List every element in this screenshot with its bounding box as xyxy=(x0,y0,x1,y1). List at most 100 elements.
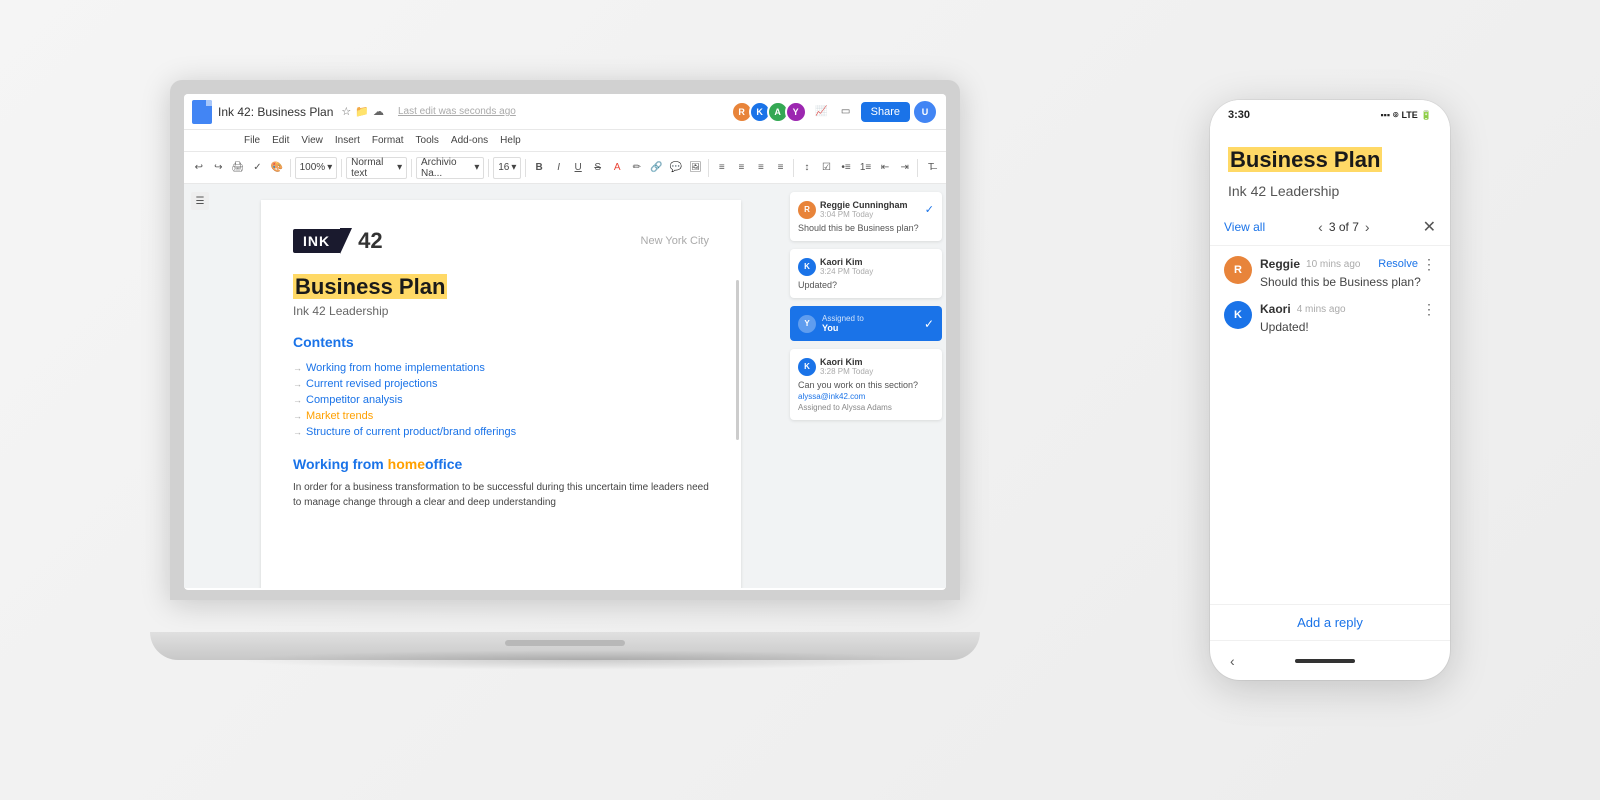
phone-comment-nav: View all ‹ 3 of 7 › ✕ xyxy=(1210,209,1450,246)
assigned-name: You xyxy=(822,323,864,333)
image-button[interactable]: 🖼 xyxy=(687,157,705,179)
docs-title-actions: ☆ 📁 ☁ xyxy=(341,105,384,118)
docs-page: INK 42 New York City Business Plan Ink xyxy=(261,200,741,588)
phone-comment-1-time: 10 mins ago xyxy=(1306,259,1360,270)
toolbar-separator-6 xyxy=(708,159,709,177)
zoom-chevron: ▾ xyxy=(327,162,332,173)
cloud-icon[interactable]: ☁ xyxy=(373,105,384,118)
toc-item-2[interactable]: →Current revised projections xyxy=(293,376,709,392)
docs-page-area: INK 42 New York City Business Plan Ink xyxy=(216,184,786,588)
decrease-indent-button[interactable]: ⇤ xyxy=(876,157,894,179)
toc-item-5[interactable]: →Structure of current product/brand offe… xyxy=(293,424,709,440)
lte-icon: LTE xyxy=(1401,110,1417,120)
align-right-button[interactable]: ≡ xyxy=(752,157,770,179)
line-spacing-button[interactable]: ↕ xyxy=(798,157,816,179)
style-value: Normal text xyxy=(351,157,395,179)
toolbar-separator-3 xyxy=(411,159,412,177)
star-icon[interactable]: ☆ xyxy=(341,105,351,118)
print-button[interactable]: 🖨 xyxy=(229,157,247,179)
menu-help[interactable]: Help xyxy=(500,135,521,146)
clear-formatting-button[interactable]: T̶ xyxy=(922,157,940,179)
section2-heading: Working from homeoffice xyxy=(293,456,709,472)
font-dropdown[interactable]: Archivio Na...▾ xyxy=(416,157,484,179)
spellcheck-button[interactable]: ✓ xyxy=(249,157,267,179)
docs-comments-panel: R Reggie Cunningham 3:04 PM Today ✓ Shou… xyxy=(786,184,946,588)
folder-icon[interactable]: 📁 xyxy=(355,105,369,118)
phone-back-button[interactable]: ‹ xyxy=(1230,653,1235,669)
justify-button[interactable]: ≡ xyxy=(772,157,790,179)
text-color-button[interactable]: A xyxy=(608,157,626,179)
phone-home-indicator[interactable] xyxy=(1295,659,1355,663)
menu-file[interactable]: File xyxy=(244,135,260,146)
comment-1-text: Should this be Business plan? xyxy=(798,223,934,233)
paint-format-button[interactable]: 🎨 xyxy=(268,157,286,179)
chart-icon[interactable]: 📈 xyxy=(813,103,831,121)
highlight-button[interactable]: ✏ xyxy=(628,157,646,179)
share-button[interactable]: Share xyxy=(861,102,910,122)
comment-card-1: R Reggie Cunningham 3:04 PM Today ✓ Shou… xyxy=(790,192,942,241)
italic-button[interactable]: I xyxy=(550,157,568,179)
undo-button[interactable]: ↩ xyxy=(190,157,208,179)
home-highlight: home xyxy=(388,456,425,472)
more-button-2[interactable]: ⋮ xyxy=(1422,301,1436,318)
doc-title: Business Plan xyxy=(293,274,447,299)
align-left-button[interactable]: ≡ xyxy=(713,157,731,179)
user-avatar[interactable]: U xyxy=(912,99,938,125)
phone-comment-1-actions: Resolve ⋮ xyxy=(1378,256,1436,273)
next-comment-button[interactable]: › xyxy=(1365,219,1370,235)
present-icon[interactable]: ▭ xyxy=(837,103,855,121)
menu-edit[interactable]: Edit xyxy=(272,135,289,146)
comment-1-author: Reggie Cunningham xyxy=(820,200,908,210)
checklist-button[interactable]: ☑ xyxy=(818,157,836,179)
phone-comment-2-actions: ⋮ xyxy=(1422,301,1436,318)
bullet-list-button[interactable]: •≡ xyxy=(837,157,855,179)
comment-2-author: Kaori Kim xyxy=(820,257,873,267)
phone-status-bar: 3:30 ▪▪▪ ⌾ LTE 🔋 xyxy=(1210,100,1450,130)
comment-3-header: K Kaori Kim 3:28 PM Today xyxy=(798,357,934,376)
comment-3-text: Can you work on this section? xyxy=(798,380,934,390)
menu-view[interactable]: View xyxy=(301,135,323,146)
resolve-button-1[interactable]: Resolve xyxy=(1378,258,1418,270)
phone-comment-2-body: Kaori 4 mins ago ⋮ Updated! xyxy=(1260,301,1436,334)
bold-button[interactable]: B xyxy=(530,157,548,179)
menu-format[interactable]: Format xyxy=(372,135,404,146)
assigned-check[interactable]: ✓ xyxy=(924,317,934,331)
toc-item-3[interactable]: →Competitor analysis xyxy=(293,392,709,408)
toc-arrow-3: → xyxy=(293,395,302,405)
underline-button[interactable]: U xyxy=(569,157,587,179)
toc-item-4[interactable]: →Market trends xyxy=(293,408,709,424)
prev-comment-button[interactable]: ‹ xyxy=(1318,219,1323,235)
sidebar-comment-button[interactable]: ☰ xyxy=(191,192,209,210)
size-dropdown[interactable]: 16▾ xyxy=(493,157,521,179)
more-button-1[interactable]: ⋮ xyxy=(1422,256,1436,273)
comment-2-text: Updated? xyxy=(798,280,934,290)
add-reply-button[interactable]: Add a reply xyxy=(1224,615,1436,630)
comment-card-3: K Kaori Kim 3:28 PM Today Can you work o… xyxy=(790,349,942,420)
zoom-dropdown[interactable]: 100%▾ xyxy=(295,157,338,179)
signal-icon: ▪▪▪ xyxy=(1380,110,1390,120)
comment-1-check[interactable]: ✓ xyxy=(925,203,934,216)
numbered-list-button[interactable]: 1≡ xyxy=(857,157,875,179)
redo-button[interactable]: ↪ xyxy=(210,157,228,179)
comment-2-avatar: K xyxy=(798,258,816,276)
comment-3-time: 3:28 PM Today xyxy=(820,367,873,376)
menu-insert[interactable]: Insert xyxy=(335,135,360,146)
docs-top-right: R K A Y 📈 ▭ Share U xyxy=(731,99,938,125)
toc-arrow-4: → xyxy=(293,411,302,421)
toc-item-1[interactable]: →Working from home implementations xyxy=(293,360,709,376)
style-dropdown[interactable]: Normal text▾ xyxy=(346,157,407,179)
menu-tools[interactable]: Tools xyxy=(416,135,439,146)
close-comment-button[interactable]: ✕ xyxy=(1423,217,1436,237)
link-button[interactable]: 🔗 xyxy=(648,157,666,179)
strikethrough-button[interactable]: S xyxy=(589,157,607,179)
increase-indent-button[interactable]: ⇥ xyxy=(896,157,914,179)
comment-3-author: Kaori Kim xyxy=(820,357,873,367)
comment-button[interactable]: 💬 xyxy=(667,157,685,179)
view-all-button[interactable]: View all xyxy=(1224,220,1265,234)
phone-doc-header: Business Plan Ink 42 Leadership xyxy=(1210,130,1450,209)
assigned-card: Y Assigned to You ✓ xyxy=(790,306,942,341)
toc-list: →Working from home implementations →Curr… xyxy=(293,360,709,440)
align-center-button[interactable]: ≡ xyxy=(733,157,751,179)
scroll-indicator[interactable] xyxy=(736,280,739,440)
menu-addons[interactable]: Add-ons xyxy=(451,135,488,146)
